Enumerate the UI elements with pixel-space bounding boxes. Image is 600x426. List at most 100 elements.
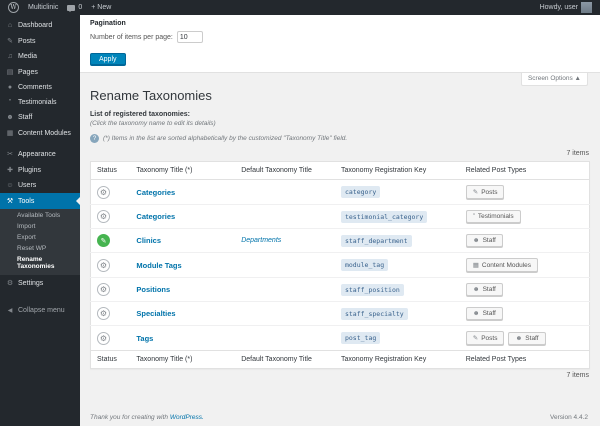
key-cell: testimonial_category xyxy=(335,205,460,229)
post-type-button[interactable]: ☻Staff xyxy=(466,283,503,296)
page-title: Rename Taxonomies xyxy=(90,86,590,111)
sidebar-item-staff[interactable]: ☻Staff xyxy=(0,110,80,125)
table-row: ⚙Specialtiesstaff_specialty☻Staff xyxy=(91,302,590,326)
gear-status-icon[interactable]: ⚙ xyxy=(97,332,110,345)
user-avatar xyxy=(581,2,592,13)
key-cell: module_tag xyxy=(335,253,460,278)
submenu-item-import[interactable]: Import xyxy=(0,221,80,232)
post-icon: ✎ xyxy=(6,37,14,45)
submenu-item-available-tools[interactable]: Available Tools xyxy=(0,210,80,221)
default-title-cell xyxy=(235,302,335,326)
sidebar-item-label: Tools xyxy=(18,198,34,205)
taxonomy-title-link[interactable]: Specialties xyxy=(136,309,175,318)
default-title-cell xyxy=(235,180,335,205)
post-type-label: Testimonials xyxy=(478,213,514,220)
key-cell: post_tag xyxy=(335,326,460,351)
post-type-label: Posts xyxy=(481,335,497,342)
taxonomy-title-link[interactable]: Module Tags xyxy=(136,261,181,270)
collapse-menu-button[interactable]: ◀ Collapse menu xyxy=(0,303,80,318)
title-cell: Tags xyxy=(130,326,235,351)
page-content: Rename Taxonomies List of registered tax… xyxy=(80,86,600,383)
taxonomies-table: StatusTaxonomy Title (*)Default Taxonomy… xyxy=(90,161,590,369)
items-count-bottom: 7 items xyxy=(90,369,590,383)
items-per-page-label: Number of items per page: xyxy=(90,34,173,41)
status-cell: ⚙ xyxy=(91,302,131,326)
post-type-button[interactable]: ☻Staff xyxy=(466,234,503,247)
post-type-label: Staff xyxy=(483,286,496,293)
site-name-label: Multiclinic xyxy=(28,4,58,11)
howdy-user-menu[interactable]: Howdy, user xyxy=(540,2,592,13)
taxonomy-title-link[interactable]: Categories xyxy=(136,212,175,221)
post-type-button[interactable]: ▦Content Modules xyxy=(466,258,538,272)
sidebar-item-plugins[interactable]: ✚Plugins xyxy=(0,162,80,178)
comments-icon: ● xyxy=(6,84,14,91)
wordpress-link[interactable]: WordPress. xyxy=(170,414,204,421)
submenu-item-reset-wp[interactable]: Reset WP xyxy=(0,243,80,254)
column-header: Related Post Types xyxy=(460,351,590,369)
sidebar-item-testimonials[interactable]: ”Testimonials xyxy=(0,95,80,110)
footer-version: Version 4.4.2 xyxy=(550,414,588,421)
status-cell: ⚙ xyxy=(91,205,131,229)
page-icon: ▤ xyxy=(6,68,14,76)
wordpress-admin-screen: W Multiclinic 0 + New Howdy, user ⌂Dashb… xyxy=(0,0,600,426)
column-header: Related Post Types xyxy=(460,162,590,180)
modules-icon: ▦ xyxy=(6,129,14,137)
post-types-cell: ▦Content Modules xyxy=(460,253,590,278)
staff-icon: ☻ xyxy=(473,310,480,317)
post-type-button[interactable]: ✎Posts xyxy=(466,331,505,345)
post-type-label: Content Modules xyxy=(482,262,531,269)
gear-status-icon[interactable]: ⚙ xyxy=(97,186,110,199)
edit-status-icon[interactable]: ✎ xyxy=(97,234,110,247)
title-cell: Categories xyxy=(130,180,235,205)
default-title-cell: Departments xyxy=(235,229,335,253)
items-per-page-input[interactable] xyxy=(177,31,203,43)
taxonomy-title-link[interactable]: Tags xyxy=(136,334,153,343)
table-row: ⚙Tagspost_tag✎Posts☻Staff xyxy=(91,326,590,351)
help-icon: ? xyxy=(90,134,99,143)
sidebar-item-content-modules[interactable]: ▦Content Modules xyxy=(0,125,80,141)
screen-options-tab[interactable]: Screen Options ▲ xyxy=(521,73,588,86)
submenu-item-export[interactable]: Export xyxy=(0,232,80,243)
post-type-button[interactable]: ☻Staff xyxy=(508,332,545,345)
gear-status-icon[interactable]: ⚙ xyxy=(97,259,110,272)
post-type-button[interactable]: ✎Posts xyxy=(466,185,505,199)
taxonomy-table-body: ⚙Categoriescategory✎Posts⚙Categoriestest… xyxy=(91,180,590,351)
pushpin-icon: ✎ xyxy=(473,334,478,342)
gear-status-icon[interactable]: ⚙ xyxy=(97,210,110,223)
table-row: ⚙ Module Tags module_tag ▦Content Modules xyxy=(91,253,590,278)
comments-admin-bar-item[interactable]: 0 xyxy=(67,4,82,11)
default-title-cell xyxy=(235,253,335,278)
sidebar-item-settings[interactable]: ⚙Settings xyxy=(0,275,80,291)
post-type-label: Staff xyxy=(483,310,496,317)
post-type-button[interactable]: ☻Staff xyxy=(466,307,503,320)
comments-count: 0 xyxy=(78,4,82,11)
gear-status-icon[interactable]: ⚙ xyxy=(97,307,110,320)
taxonomy-title-link[interactable]: Clinics xyxy=(136,236,161,245)
sidebar-item-pages[interactable]: ▤Pages xyxy=(0,64,80,80)
new-content-menu[interactable]: + New xyxy=(91,4,111,11)
title-cell: Positions xyxy=(130,278,235,302)
staff-icon: ☻ xyxy=(473,286,480,293)
submenu-item-rename-taxonomies[interactable]: Rename Taxonomies xyxy=(0,254,80,272)
site-name-link[interactable]: Multiclinic xyxy=(28,4,58,11)
sidebar-item-posts[interactable]: ✎Posts xyxy=(0,33,80,49)
sidebar-item-appearance[interactable]: ✂Appearance xyxy=(0,146,80,162)
taxonomy-title-link[interactable]: Positions xyxy=(136,285,170,294)
taxonomy-title-link[interactable]: Categories xyxy=(136,188,175,197)
footer-thanks-text: Thank you for creating with xyxy=(90,414,170,421)
post-type-button[interactable]: ”Testimonials xyxy=(466,210,521,223)
default-title-cell xyxy=(235,326,335,351)
sidebar-item-comments[interactable]: ●Comments xyxy=(0,80,80,95)
post-type-label: Posts xyxy=(481,189,497,196)
sidebar-item-tools[interactable]: ⚒Tools xyxy=(0,193,80,209)
wp-logo-menu[interactable]: W xyxy=(8,2,19,13)
sidebar-item-users[interactable]: ☺Users xyxy=(0,178,80,193)
sidebar-item-dashboard[interactable]: ⌂Dashboard xyxy=(0,18,80,33)
apply-button[interactable]: Apply xyxy=(90,53,126,66)
default-title-cell xyxy=(235,205,335,229)
media-icon: ♫ xyxy=(6,53,14,60)
post-types-cell: ☻Staff xyxy=(460,302,590,326)
gear-status-icon[interactable]: ⚙ xyxy=(97,283,110,296)
status-cell: ⚙ xyxy=(91,253,131,278)
sidebar-item-media[interactable]: ♫Media xyxy=(0,49,80,64)
